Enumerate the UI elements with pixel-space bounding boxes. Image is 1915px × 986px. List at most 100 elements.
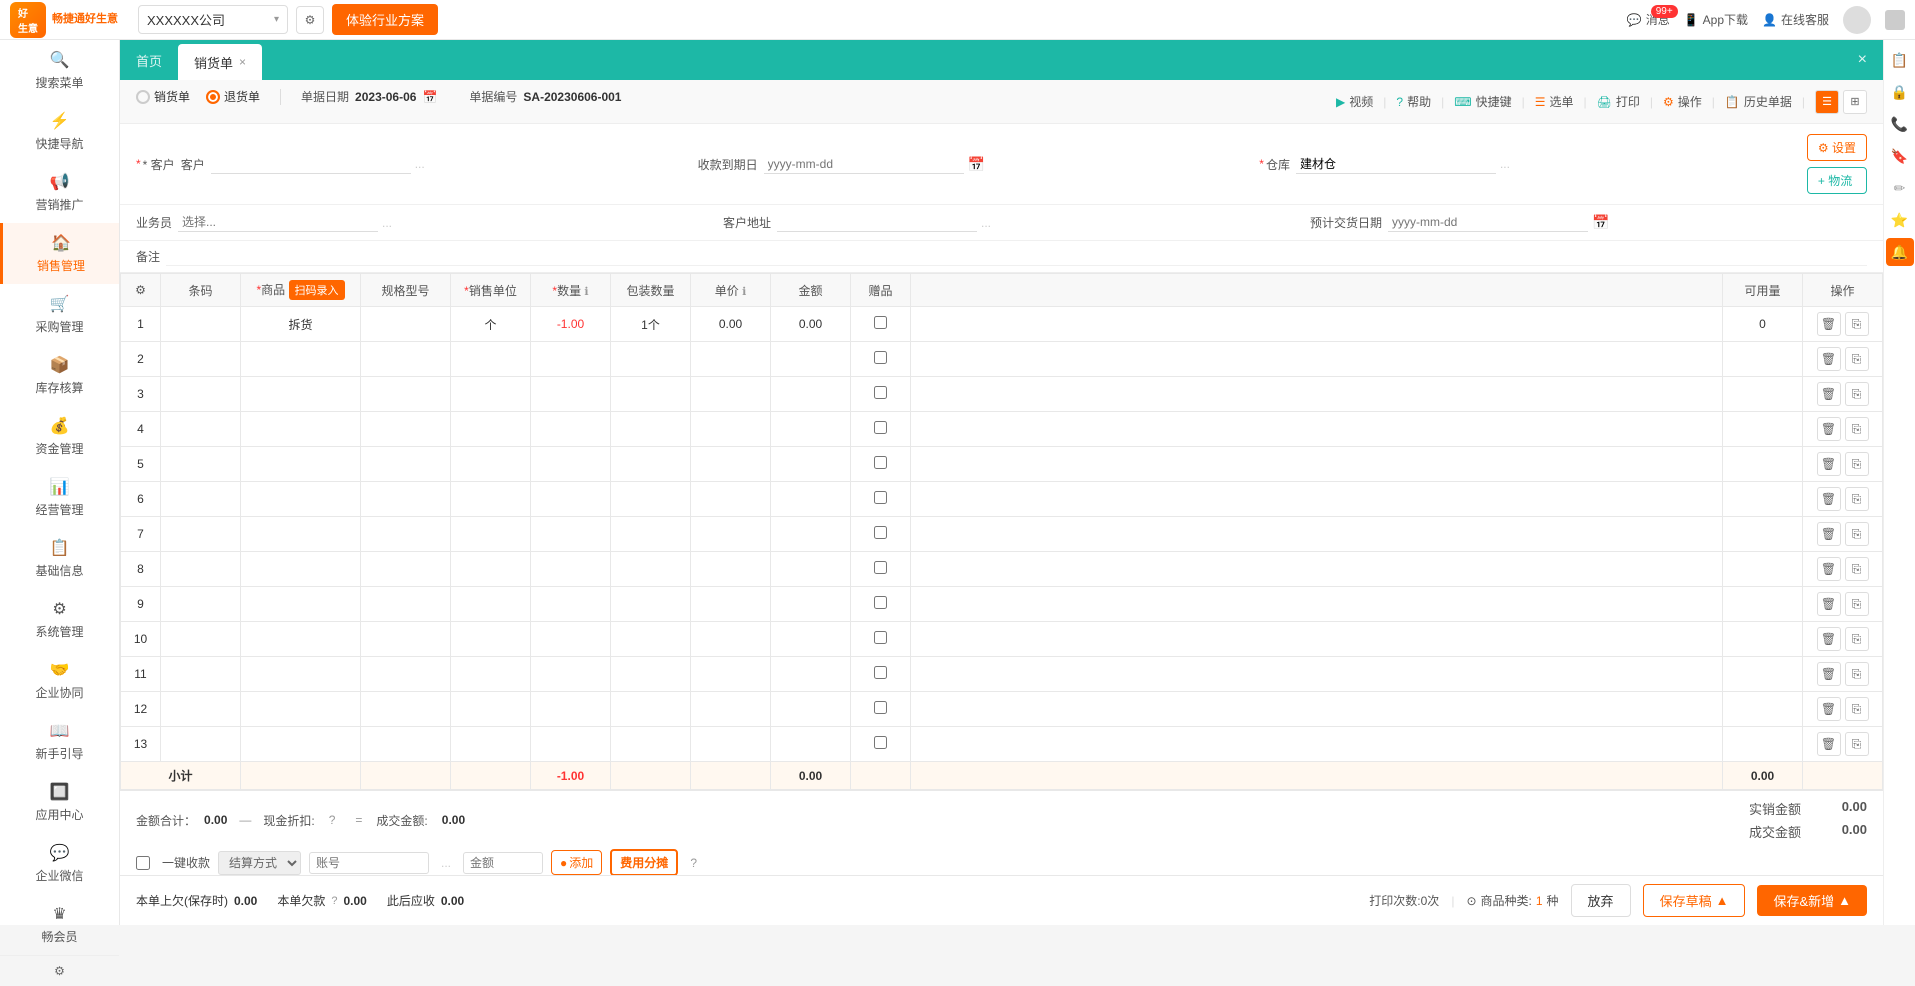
row-product[interactable]: 拆货: [241, 307, 361, 342]
delete-row-btn[interactable]: 🗑: [1817, 382, 1841, 406]
discard-button[interactable]: 放弃: [1571, 884, 1631, 917]
copy-row-btn[interactable]: ⎘: [1845, 487, 1869, 511]
help-btn[interactable]: ? 帮助: [1396, 93, 1431, 110]
expected-date-input[interactable]: [1388, 213, 1588, 232]
delete-row-btn[interactable]: 🗑: [1817, 627, 1841, 651]
history-btn[interactable]: 📋 历史单据: [1725, 93, 1792, 110]
customer-dots-icon[interactable]: ...: [415, 157, 425, 171]
salesperson-input[interactable]: [178, 213, 378, 232]
right-icon-2[interactable]: 🔒: [1886, 78, 1914, 106]
sidebar-settings[interactable]: ⚙: [0, 956, 119, 986]
tab-close-icon[interactable]: ×: [239, 55, 246, 69]
calendar-icon[interactable]: 📅: [422, 90, 437, 104]
salesperson-dots-icon[interactable]: ...: [382, 216, 392, 230]
account-dots-icon[interactable]: ...: [441, 856, 451, 870]
warehouse-dots-icon[interactable]: ...: [1500, 157, 1510, 171]
copy-row-btn[interactable]: ⎘: [1845, 697, 1869, 721]
due-date-input[interactable]: [764, 155, 964, 174]
address-dots-icon[interactable]: ...: [981, 216, 991, 230]
settings-button[interactable]: ⚙ 设置: [1807, 134, 1867, 161]
one-click-payment-checkbox[interactable]: [136, 856, 150, 870]
operation-btn[interactable]: ⚙ 操作: [1663, 93, 1702, 110]
expected-date-calendar-icon[interactable]: 📅: [1592, 214, 1609, 231]
copy-row-btn[interactable]: ⎘: [1845, 557, 1869, 581]
sidebar-item-inventory[interactable]: 📦 库存核算: [0, 345, 119, 406]
print-btn[interactable]: 🖨 打印: [1597, 93, 1640, 110]
app-download-button[interactable]: 📱 App下载: [1684, 11, 1748, 28]
row-unit[interactable]: 个: [451, 307, 531, 342]
account-input[interactable]: [309, 852, 429, 874]
copy-row-btn[interactable]: ⎘: [1845, 452, 1869, 476]
payment-method-select[interactable]: 结算方式: [218, 851, 301, 875]
sidebar-item-app-center[interactable]: 🔲 应用中心: [0, 772, 119, 833]
save-draft-button[interactable]: 保存草稿 ▲: [1643, 884, 1746, 917]
delete-row-btn[interactable]: 🗑: [1817, 697, 1841, 721]
delete-row-btn[interactable]: 🗑: [1817, 417, 1841, 441]
sidebar-item-guide[interactable]: 📖 新手引导: [0, 711, 119, 772]
row-spec[interactable]: [361, 307, 451, 342]
row-qty[interactable]: -1.00: [531, 307, 611, 342]
discount-info-icon[interactable]: ?: [329, 813, 336, 827]
avatar[interactable]: [1843, 6, 1871, 34]
list-view-btn[interactable]: ☰: [1815, 90, 1839, 114]
row-gift[interactable]: [851, 307, 911, 342]
delete-row-btn[interactable]: 🗑: [1817, 557, 1841, 581]
copy-row-btn[interactable]: ⎘: [1845, 382, 1869, 406]
copy-row-btn[interactable]: ⎘: [1845, 662, 1869, 686]
sidebar-item-marketing[interactable]: 📢 营销推广: [0, 162, 119, 223]
shortcuts-btn[interactable]: ⌨ 快捷键: [1454, 93, 1511, 110]
trial-button[interactable]: 体验行业方案: [332, 4, 438, 35]
delete-row-btn[interactable]: 🗑: [1817, 487, 1841, 511]
delete-row-btn[interactable]: 🗑: [1817, 452, 1841, 476]
sidebar-item-finance[interactable]: 💰 资金管理: [0, 406, 119, 467]
right-icon-7[interactable]: 🔔: [1886, 238, 1914, 266]
copy-row-btn[interactable]: ⎘: [1845, 627, 1869, 651]
sidebar-item-sales[interactable]: 🏠 销售管理: [0, 223, 119, 284]
th-settings[interactable]: ⚙: [121, 274, 161, 307]
online-service-button[interactable]: 👤 在线客服: [1762, 11, 1829, 28]
copy-row-btn[interactable]: ⎘: [1845, 312, 1869, 336]
tab-close-main-icon[interactable]: ×: [1842, 51, 1883, 69]
amount-input[interactable]: [463, 852, 543, 874]
right-icon-6[interactable]: ⭐: [1886, 206, 1914, 234]
delete-row-btn[interactable]: 🗑: [1817, 732, 1841, 756]
sidebar-item-search[interactable]: 🔍 搜索菜单: [0, 40, 119, 101]
row-amount[interactable]: 0.00: [771, 307, 851, 342]
copy-row-btn[interactable]: ⎘: [1845, 522, 1869, 546]
remarks-input[interactable]: [166, 247, 1867, 266]
radio-return-label[interactable]: 退货单: [206, 88, 260, 105]
sidebar-item-system[interactable]: ⚙ 系统管理: [0, 589, 119, 650]
right-icon-1[interactable]: 📋: [1886, 46, 1914, 74]
video-btn[interactable]: ▶ 视频: [1336, 93, 1373, 110]
customer-input[interactable]: [211, 155, 411, 174]
grid-view-btn[interactable]: ⊞: [1843, 90, 1867, 114]
delete-row-btn[interactable]: 🗑: [1817, 662, 1841, 686]
right-icon-3[interactable]: 📞: [1886, 110, 1914, 138]
due-date-calendar-icon[interactable]: 📅: [968, 156, 985, 173]
sidebar-item-basic-info[interactable]: 📋 基础信息: [0, 528, 119, 589]
tab-home[interactable]: 首页: [120, 40, 178, 80]
copy-row-btn[interactable]: ⎘: [1845, 592, 1869, 616]
copy-row-btn[interactable]: ⎘: [1845, 732, 1869, 756]
fee-split-button[interactable]: 费用分摊: [610, 849, 678, 875]
right-icon-4[interactable]: 🔖: [1886, 142, 1914, 170]
row-barcode[interactable]: [161, 307, 241, 342]
customer-address-input[interactable]: [777, 213, 977, 232]
fee-help-icon[interactable]: ?: [690, 856, 697, 870]
row-pack-qty[interactable]: 1个: [611, 307, 691, 342]
right-icon-5[interactable]: ✏: [1886, 174, 1914, 202]
scan-button[interactable]: 扫码录入: [289, 280, 345, 300]
delete-row-btn[interactable]: 🗑: [1817, 312, 1841, 336]
company-selector[interactable]: XXXXXX公司 ▾: [138, 5, 288, 34]
avatar2[interactable]: [1885, 10, 1905, 30]
settings-icon[interactable]: ⚙: [296, 6, 324, 34]
add-payment-button[interactable]: ● 添加: [551, 850, 602, 875]
row-price[interactable]: 0.00: [691, 307, 771, 342]
delete-row-btn[interactable]: 🗑: [1817, 522, 1841, 546]
message-button[interactable]: 💬 消息 99+: [1627, 11, 1670, 28]
warehouse-input[interactable]: [1296, 155, 1496, 174]
tab-sales-order[interactable]: 销货单 ×: [178, 44, 262, 80]
logistics-button[interactable]: + 物流: [1807, 167, 1867, 194]
delete-row-btn[interactable]: 🗑: [1817, 347, 1841, 371]
sidebar-item-operations[interactable]: 📊 经营管理: [0, 467, 119, 528]
